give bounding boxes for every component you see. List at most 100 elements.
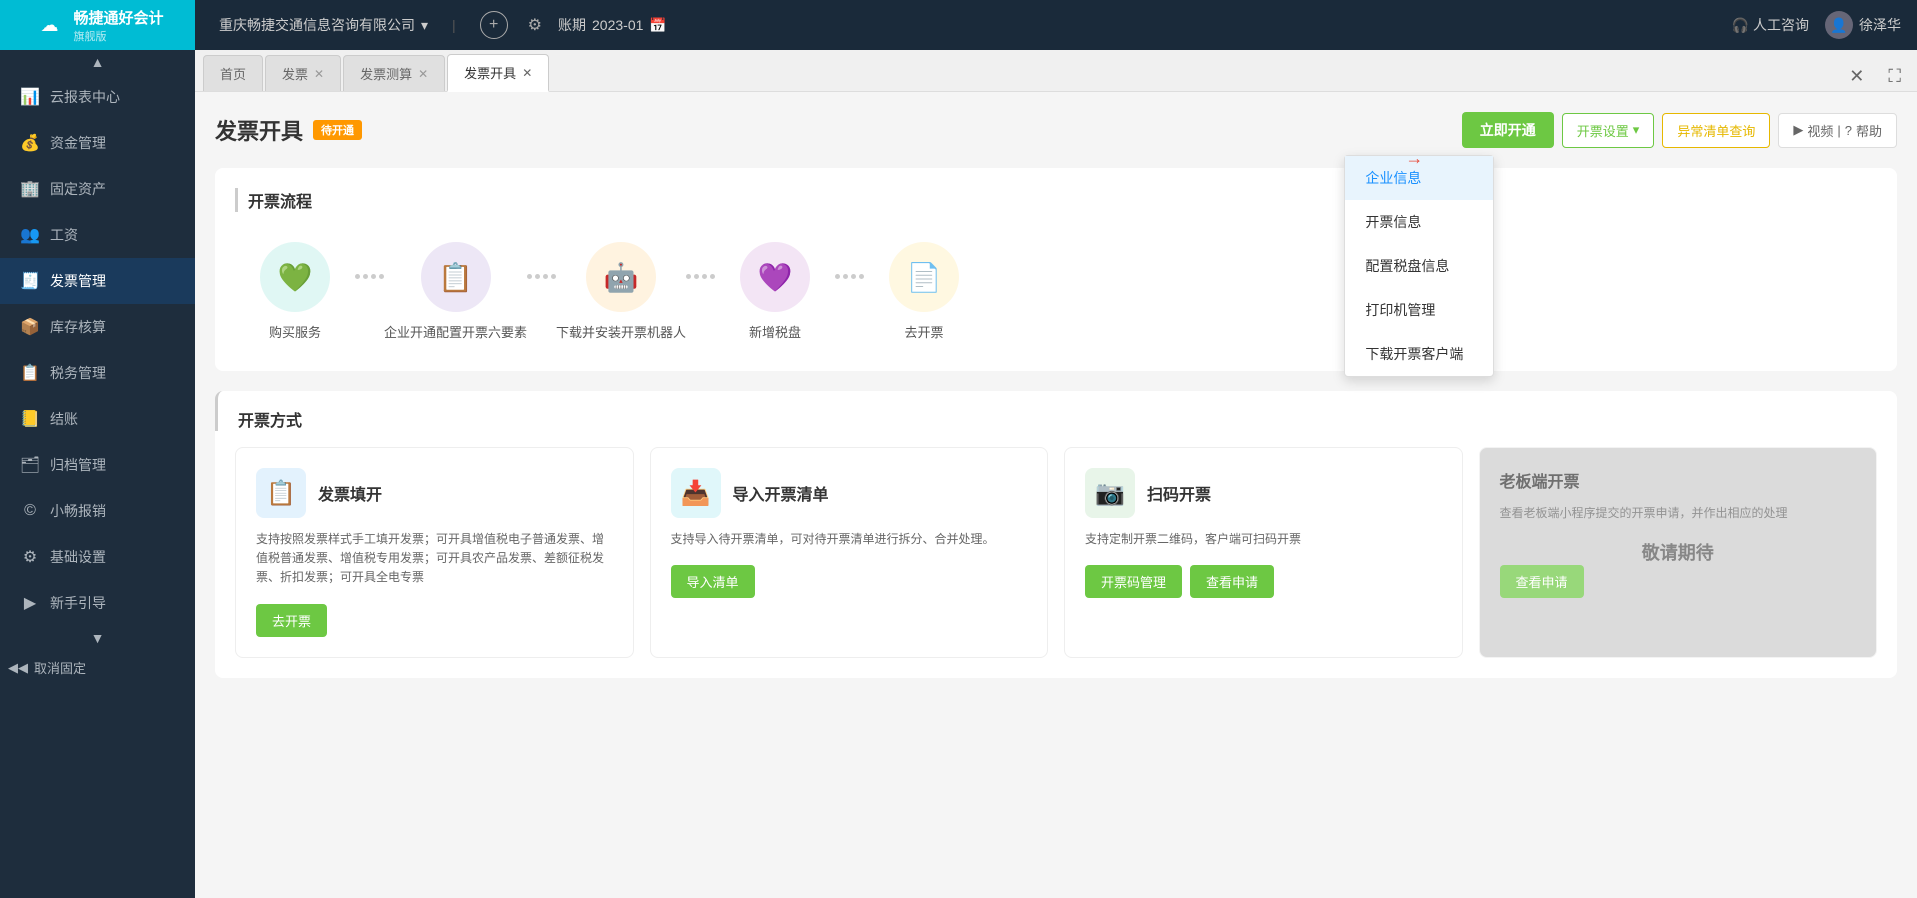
method-title-scan-invoice: 扫码开票 bbox=[1147, 481, 1211, 505]
sidebar-item-accounting[interactable]: 📒 结账 bbox=[0, 396, 195, 442]
method-card-fill-invoice: 📋 发票填开 支持按照发票样式手工填开发票；可开具增值税电子普通发票、增值税普通… bbox=[235, 447, 634, 658]
sidebar-item-invoice-mgmt[interactable]: 🧾 发票管理 bbox=[0, 258, 195, 304]
tab-bar: 首页发票✕发票测算✕ 发票开具 ✕ ✕ ⛶ bbox=[195, 50, 1917, 92]
page-title: 发票开具 bbox=[215, 114, 303, 146]
method-btn1-boss-invoice[interactable]: 查看申请 bbox=[1500, 565, 1584, 598]
method-footer-fill-invoice: 去开票 bbox=[256, 604, 613, 637]
divider1: | bbox=[452, 17, 456, 33]
app-logo-text: 畅捷通好会计 bbox=[73, 7, 163, 28]
calendar-icon[interactable]: 📅 bbox=[649, 17, 666, 34]
add-company-button[interactable]: + bbox=[480, 11, 508, 39]
sidebar-item-fund-mgmt[interactable]: 💰 资金管理 bbox=[0, 120, 195, 166]
flow-step-download-robot[interactable]: 🤖 下载并安装开票机器人 bbox=[556, 242, 686, 341]
tab-home[interactable]: 首页 bbox=[203, 55, 263, 91]
tab-close-invoice-tool[interactable]: ✕ bbox=[522, 66, 532, 80]
method-btn2-scan-invoice[interactable]: 查看申请 bbox=[1190, 565, 1274, 598]
method-btn1-scan-invoice[interactable]: 开票码管理 bbox=[1085, 565, 1182, 598]
sidebar-label-accounting: 结账 bbox=[50, 409, 78, 429]
method-icon-fill-invoice: 📋 bbox=[256, 468, 306, 518]
sidebar-icon-archive: 🗂 bbox=[20, 455, 40, 475]
sidebar-item-newbie[interactable]: ▶ 新手引导 bbox=[0, 580, 195, 626]
dropdown-item-printer[interactable]: 打印机管理 bbox=[1345, 288, 1493, 332]
page-title-area: 发票开具 待开通 bbox=[215, 114, 362, 146]
window-controls: ✕ ⛶ bbox=[1841, 62, 1909, 91]
sidebar-icon-newbie: ▶ bbox=[20, 593, 40, 613]
tab-invoice[interactable]: 发票✕ bbox=[265, 55, 341, 91]
tab-invoice-tool[interactable]: 发票开具 ✕ bbox=[447, 54, 549, 92]
flow-step-config-enterprise[interactable]: 📋 企业开通配置开票六要素 bbox=[384, 242, 527, 341]
tab-invoice-estimate[interactable]: 发票测算✕ bbox=[343, 55, 445, 91]
header-actions: 立即开通 开票设置 ▾ → 企业信息开票信息配置税盘信 bbox=[1462, 112, 1897, 148]
period-label: 账期 bbox=[558, 15, 586, 35]
flow-step-add-taxdisk[interactable]: 💜 新增税盘 bbox=[715, 242, 835, 341]
step-label-config-enterprise: 企业开通配置开票六要素 bbox=[384, 322, 527, 341]
top-actions: 🎧 人工咨询 👤 徐泽华 bbox=[1732, 11, 1901, 39]
sidebar-scroll-up[interactable]: ▲ bbox=[0, 50, 195, 74]
sidebar-item-xiaochang[interactable]: © 小畅报销 bbox=[0, 488, 195, 534]
tab-close-invoice-estimate[interactable]: ✕ bbox=[418, 67, 428, 81]
video-help-button[interactable]: ▶ 视频 | ? 帮助 bbox=[1778, 113, 1897, 148]
user-avatar: 👤 bbox=[1825, 11, 1853, 39]
method-section-title: 开票方式 bbox=[215, 391, 1897, 431]
company-selector[interactable]: 重庆畅捷交通信息咨询有限公司 ▾ bbox=[211, 11, 436, 39]
step-label-download-robot: 下载并安装开票机器人 bbox=[556, 322, 686, 341]
support-button[interactable]: 🎧 人工咨询 bbox=[1732, 15, 1809, 35]
method-header-import-invoice: 📥 导入开票清单 bbox=[671, 468, 1028, 518]
sidebar-icon-payroll: 👥 bbox=[20, 225, 40, 245]
flow-step-make-invoice[interactable]: 📄 去开票 bbox=[864, 242, 984, 341]
sidebar-icon-inventory: 📦 bbox=[20, 317, 40, 337]
period-value: 2023-01 bbox=[592, 17, 643, 33]
step-dots-3 bbox=[686, 274, 715, 279]
dropdown-item-invoice-info[interactable]: 开票信息 bbox=[1345, 200, 1493, 244]
settings-icon[interactable]: ⚙ bbox=[528, 15, 542, 35]
method-header-boss-invoice: 老板端开票 bbox=[1500, 468, 1857, 492]
sidebar-logo: ☁ 畅捷通好会计 旗舰版 bbox=[0, 0, 195, 50]
status-badge: 待开通 bbox=[313, 120, 362, 140]
sidebar-icon-invoice-mgmt: 🧾 bbox=[20, 271, 40, 291]
sidebar-label-tax-mgmt: 税务管理 bbox=[50, 363, 106, 383]
tab-label-invoice-tool: 发票开具 bbox=[464, 63, 516, 82]
sidebar-item-archive[interactable]: 🗂 归档管理 bbox=[0, 442, 195, 488]
sidebar-nav: 📊 云报表中心 💰 资金管理 🏢 固定资产 👥 工资 🧾 发票管理 📦 库存核算… bbox=[0, 74, 195, 626]
maximize-window-button[interactable]: ⛶ bbox=[1880, 62, 1909, 91]
sidebar-scroll-down[interactable]: ▼ bbox=[0, 626, 195, 650]
sidebar-icon-xiaochang: © bbox=[20, 501, 40, 521]
sidebar-item-basic-settings[interactable]: ⚙ 基础设置 bbox=[0, 534, 195, 580]
method-footer-boss-invoice: 查看申请 bbox=[1500, 565, 1857, 598]
top-bar: 重庆畅捷交通信息咨询有限公司 ▾ | + ⚙ 账期 2023-01 📅 🎧 人工… bbox=[195, 0, 1917, 50]
sidebar-item-tax-mgmt[interactable]: 📋 税务管理 bbox=[0, 350, 195, 396]
sidebar-item-fixed-asset[interactable]: 🏢 固定资产 bbox=[0, 166, 195, 212]
main-area: ☁ 畅捷通好会计 旗舰版 ▲ 📊 云报表中心 💰 资金管理 🏢 固定资产 👥 工… bbox=[0, 0, 1917, 898]
app-logo-icon: ☁ bbox=[31, 7, 67, 43]
method-btn1-import-invoice[interactable]: 导入清单 bbox=[671, 565, 755, 598]
tab-close-invoice[interactable]: ✕ bbox=[314, 67, 324, 81]
sidebar-label-newbie: 新手引导 bbox=[50, 593, 106, 613]
method-btn1-fill-invoice[interactable]: 去开票 bbox=[256, 604, 327, 637]
tab-label-home: 首页 bbox=[220, 64, 246, 83]
flow-step-buy-service[interactable]: 💚 购买服务 bbox=[235, 242, 355, 341]
dropdown-item-download-client[interactable]: 下载开票客户端 bbox=[1345, 332, 1493, 376]
sidebar-label-payroll: 工资 bbox=[50, 225, 78, 245]
user-info[interactable]: 👤 徐泽华 bbox=[1825, 11, 1901, 39]
sidebar-item-inventory[interactable]: 📦 库存核算 bbox=[0, 304, 195, 350]
help-icon: ? bbox=[1845, 123, 1852, 138]
sidebar-label-xiaochang: 小畅报销 bbox=[50, 501, 106, 521]
sidebar-icon-fixed-asset: 🏢 bbox=[20, 179, 40, 199]
invoice-settings-button[interactable]: 开票设置 ▾ bbox=[1562, 113, 1655, 148]
user-name: 徐泽华 bbox=[1859, 15, 1901, 35]
dropdown-item-tax-disk[interactable]: 配置税盘信息 bbox=[1345, 244, 1493, 288]
sidebar-item-cloud-report[interactable]: 📊 云报表中心 bbox=[0, 74, 195, 120]
method-header-fill-invoice: 📋 发票填开 bbox=[256, 468, 613, 518]
step-dots-1 bbox=[355, 274, 384, 279]
sidebar-label-inventory: 库存核算 bbox=[50, 317, 106, 337]
method-section: 开票方式 📋 发票填开 支持按照发票样式手工填开发票；可开具增值税电子普通发票、… bbox=[215, 391, 1897, 678]
method-card-scan-invoice: 📷 扫码开票 支持定制开票二维码，客户端可扫码开票 开票码管理查看申请 bbox=[1064, 447, 1463, 658]
cancel-fixed-button[interactable]: ◀◀ 取消固定 bbox=[0, 650, 195, 685]
method-icon-import-invoice: 📥 bbox=[671, 468, 721, 518]
company-dropdown-icon: ▾ bbox=[421, 17, 428, 34]
sidebar-item-payroll[interactable]: 👥 工资 bbox=[0, 212, 195, 258]
close-window-button[interactable]: ✕ bbox=[1841, 62, 1872, 91]
activate-button[interactable]: 立即开通 bbox=[1462, 112, 1554, 148]
method-desc-scan-invoice: 支持定制开票二维码，客户端可扫码开票 bbox=[1085, 530, 1442, 549]
anomaly-list-button[interactable]: 异常清单查询 bbox=[1662, 113, 1770, 148]
